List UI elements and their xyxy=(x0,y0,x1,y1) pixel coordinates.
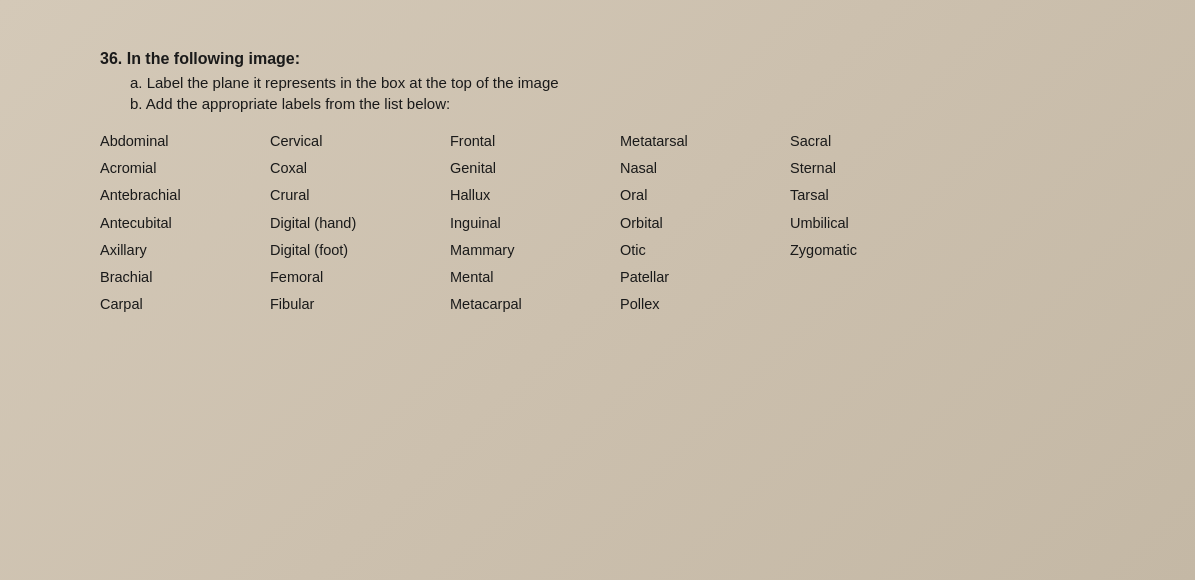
question-number: 36. In the following image: xyxy=(100,50,1135,68)
sub-item-a: a. Label the plane it represents in the … xyxy=(130,74,1135,91)
column-5: Sacral Sternal Tarsal Umbilical Zygomati… xyxy=(790,130,960,316)
list-item: Abdominal xyxy=(100,130,270,153)
list-item: Tarsal xyxy=(790,184,960,207)
list-item: Digital (foot) xyxy=(270,239,450,262)
list-item: Metacarpal xyxy=(450,293,620,316)
sub-a-text: a. Label the plane it represents in the … xyxy=(130,74,559,91)
list-item: Hallux xyxy=(450,184,620,207)
list-item: Mammary xyxy=(450,239,620,262)
list-item: Nasal xyxy=(620,157,790,180)
list-item: Digital (hand) xyxy=(270,212,450,235)
list-item: Coxal xyxy=(270,157,450,180)
list-item: Oral xyxy=(620,184,790,207)
sub-b-text: b. Add the appropriate labels from the l… xyxy=(130,95,450,112)
list-item: Otic xyxy=(620,239,790,262)
list-item: Metatarsal xyxy=(620,130,790,153)
list-item-cervical: Cervical xyxy=(270,130,450,153)
list-item: Carpal xyxy=(100,293,270,316)
page-container: 36. In the following image: a. Label the… xyxy=(0,0,1195,580)
list-item: Sternal xyxy=(790,157,960,180)
list-item: Axillary xyxy=(100,239,270,262)
list-item: Genital xyxy=(450,157,620,180)
list-item: Fibular xyxy=(270,293,450,316)
sub-item-b: b. Add the appropriate labels from the l… xyxy=(130,95,1135,112)
list-item: Sacral xyxy=(790,130,960,153)
number-label: 36. xyxy=(100,50,122,67)
list-item: Patellar xyxy=(620,266,790,289)
list-item: Acromial xyxy=(100,157,270,180)
list-item: Femoral xyxy=(270,266,450,289)
list-item: Zygomatic xyxy=(790,239,960,262)
list-item: Frontal xyxy=(450,130,620,153)
list-item: Antebrachial xyxy=(100,184,270,207)
column-2: Cervical Coxal Crural Digital (hand) Dig… xyxy=(270,130,450,316)
list-item: Crural xyxy=(270,184,450,207)
list-item: Inguinal xyxy=(450,212,620,235)
list-item: Umbilical xyxy=(790,212,960,235)
list-item: Orbital xyxy=(620,212,790,235)
list-item: Antecubital xyxy=(100,212,270,235)
intro-text: In the following image: xyxy=(127,50,300,67)
column-4: Metatarsal Nasal Oral Orbital Otic Patel… xyxy=(620,130,790,316)
labels-grid: Abdominal Acromial Antebrachial Antecubi… xyxy=(100,130,1135,316)
list-item-brachial: Brachial xyxy=(100,266,270,289)
column-3: Frontal Genital Hallux Inguinal Mammary … xyxy=(450,130,620,316)
list-item: Mental xyxy=(450,266,620,289)
list-item: Pollex xyxy=(620,293,790,316)
column-1: Abdominal Acromial Antebrachial Antecubi… xyxy=(100,130,270,316)
